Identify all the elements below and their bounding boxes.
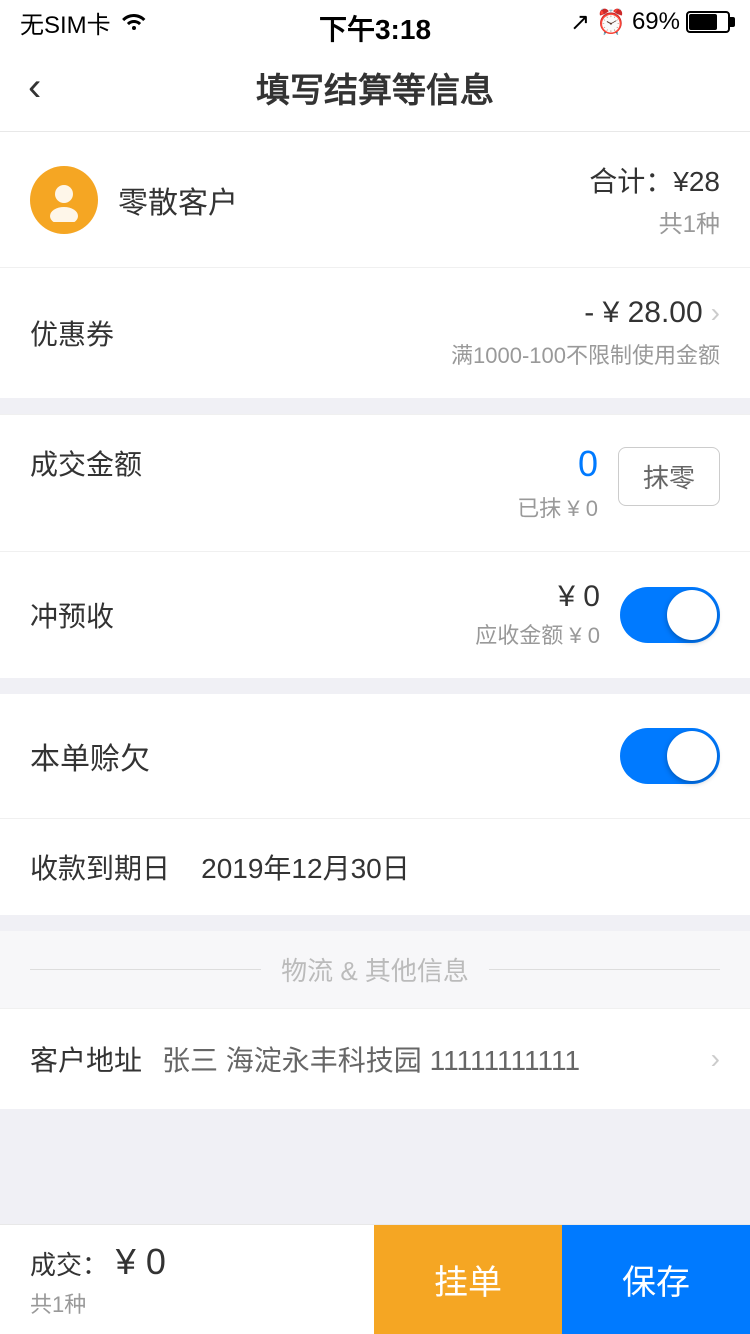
prepayment-row: 冲预收 ¥ 0 应收金额 ¥ 0 (0, 551, 750, 678)
bottom-deal-row: 成交： ¥ 0 (30, 1241, 344, 1283)
logistics-divider: 物流 & 其他信息 (0, 931, 750, 1008)
prepayment-amount: ¥ 0 (475, 580, 600, 614)
logistics-label: 物流 & 其他信息 (281, 951, 469, 988)
prepayment-values: ¥ 0 应收金额 ¥ 0 (475, 580, 600, 650)
status-time: 下午3:18 (319, 8, 431, 48)
coupon-value: - ¥ 28.00 (584, 296, 702, 330)
transaction-row: 成交金额 0 已抹 ¥ 0 抹零 (0, 414, 750, 551)
prepayment-label: 冲预收 (30, 595, 114, 635)
divider-line-right (489, 969, 720, 970)
coupon-row[interactable]: 优惠券 - ¥ 28.00 › 满1000-100不限制使用金额 (0, 267, 750, 398)
pending-button[interactable]: 挂单 (374, 1225, 562, 1334)
transaction-label: 成交金额 (30, 443, 142, 483)
prepayment-toggle[interactable] (620, 587, 720, 643)
duedate-text: 收款到期日 2019年12月30日 (30, 853, 410, 884)
coupon-label: 优惠券 (30, 313, 114, 353)
round-off-button[interactable]: 抹零 (618, 447, 720, 506)
debit-toggle-knob (667, 731, 717, 781)
duedate-row[interactable]: 收款到期日 2019年12月30日 (0, 818, 750, 915)
carrier-label: 无SIM卡 (20, 5, 111, 40)
status-bar: 无SIM卡 下午3:18 ↗ ⏰ 69% (0, 0, 750, 44)
address-chevron-icon: › (711, 1043, 720, 1075)
chevron-right-icon: › (711, 297, 720, 329)
debit-label: 本单赊欠 (30, 734, 150, 778)
duedate-value: 2019年12月30日 (201, 853, 410, 884)
logistics-section: 物流 & 其他信息 客户地址 张三 海淀永丰科技园 11111111111 › (0, 931, 750, 1109)
transaction-sub: 已抹 ¥ 0 (517, 491, 598, 523)
status-left: 无SIM卡 (20, 5, 149, 40)
bottom-deal-label: 成交： (30, 1250, 108, 1280)
location-icon: ↗ (570, 8, 590, 37)
wifi-icon (119, 8, 149, 36)
status-right: ↗ ⏰ 69% (570, 8, 730, 37)
toggle-knob (667, 590, 717, 640)
empty-area (0, 1125, 750, 1235)
save-button[interactable]: 保存 (562, 1225, 750, 1334)
bottom-amount: ¥ 0 (116, 1241, 166, 1282)
battery-icon (686, 11, 730, 33)
duedate-label: 收款到期日 (30, 853, 170, 884)
bottom-info: 成交： ¥ 0 共1种 (0, 1241, 374, 1319)
customer-row: 零散客户 合计：¥28 共1种 (0, 132, 750, 267)
transaction-amount[interactable]: 0 (517, 443, 598, 485)
customer-section: 零散客户 合计：¥28 共1种 优惠券 - ¥ 28.00 › 满1000-10… (0, 132, 750, 398)
bottom-count: 共1种 (30, 1287, 344, 1319)
battery-label: 69% (632, 8, 680, 36)
divider-line-left (30, 969, 261, 970)
bottom-bar: 成交： ¥ 0 共1种 挂单 保存 (0, 1224, 750, 1334)
alarm-icon: ⏰ (596, 8, 626, 37)
nav-bar: ‹ 填写结算等信息 (0, 44, 750, 132)
address-row[interactable]: 客户地址 张三 海淀永丰科技园 11111111111 › (0, 1008, 750, 1109)
customer-name: 零散客户 (118, 178, 238, 222)
coupon-desc: 满1000-100不限制使用金额 (451, 338, 720, 370)
customer-info: 零散客户 (30, 166, 238, 234)
debit-row: 本单赊欠 (0, 694, 750, 818)
debit-toggle[interactable] (620, 728, 720, 784)
page-title: 填写结算等信息 (256, 63, 494, 112)
back-button[interactable]: ‹ (28, 65, 41, 110)
prepayment-right: ¥ 0 应收金额 ¥ 0 (475, 580, 720, 650)
customer-total: 合计：¥28 (589, 160, 720, 200)
customer-total-section: 合计：¥28 共1种 (589, 160, 720, 239)
debit-section: 本单赊欠 收款到期日 2019年12月30日 (0, 694, 750, 915)
prepayment-sub: 应收金额 ¥ 0 (475, 618, 600, 650)
avatar (30, 166, 98, 234)
address-label: 客户地址 (30, 1039, 142, 1079)
transaction-section: 成交金额 0 已抹 ¥ 0 抹零 冲预收 ¥ 0 应收金额 ¥ 0 (0, 414, 750, 678)
address-value: 张三 海淀永丰科技园 11111111111 (162, 1039, 711, 1079)
customer-count: 共1种 (589, 204, 720, 239)
